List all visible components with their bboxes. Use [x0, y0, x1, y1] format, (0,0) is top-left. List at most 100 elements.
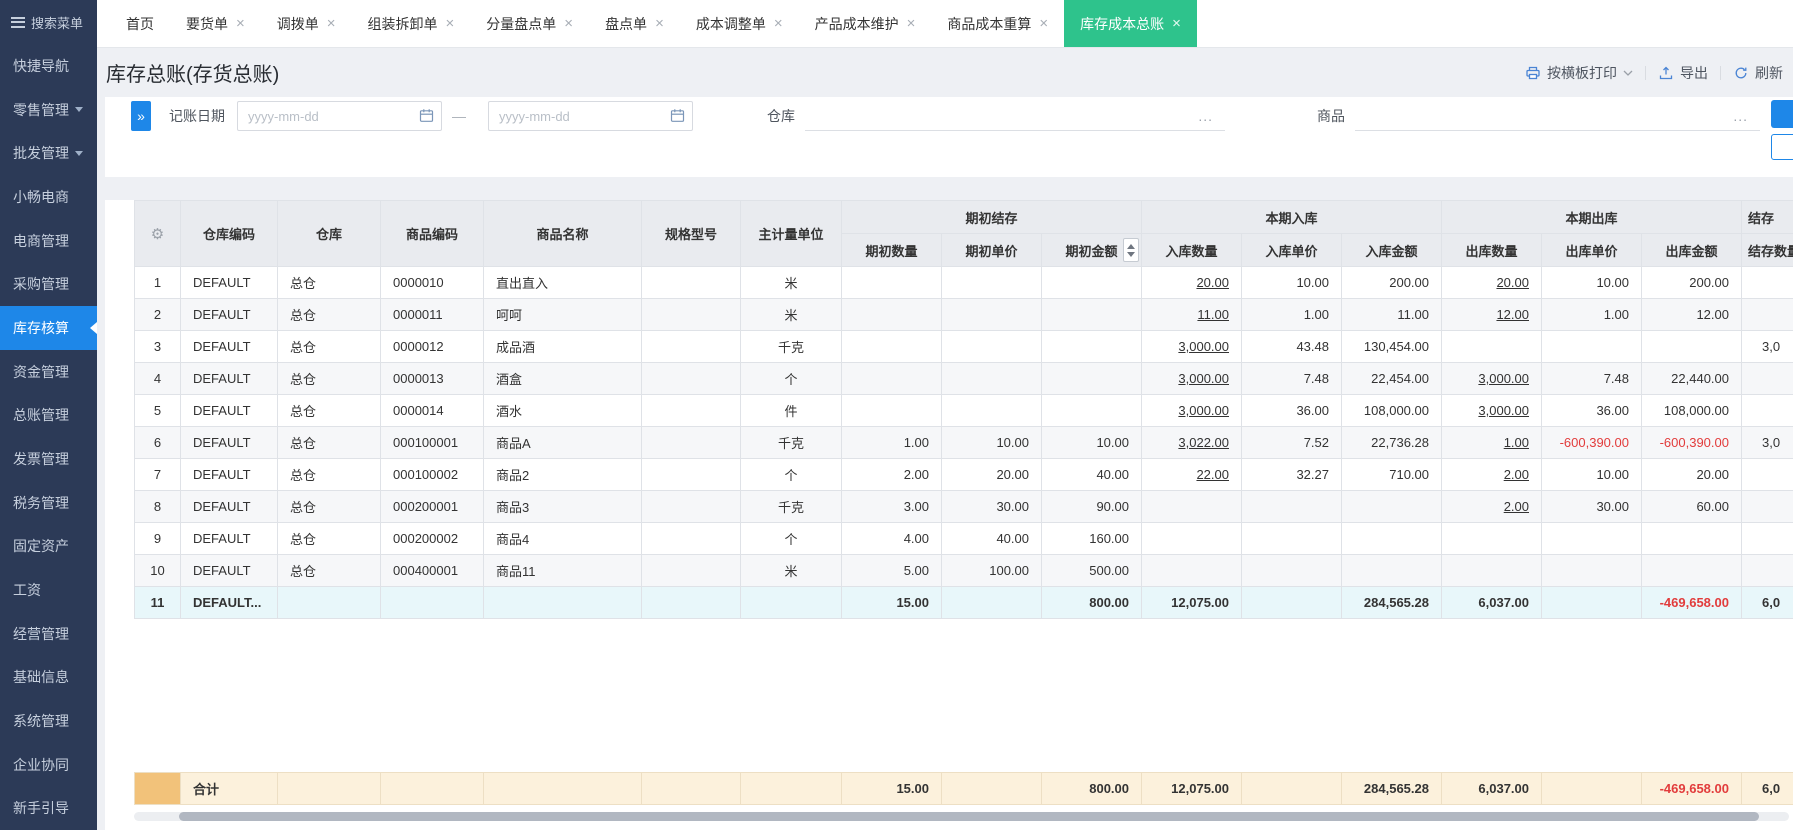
sidebar-menu-toggle[interactable]: 搜索菜单 — [0, 0, 97, 44]
horizontal-scrollbar[interactable] — [134, 812, 1789, 821]
sidebar-item[interactable]: 新手引导 — [0, 786, 97, 830]
date-to-input[interactable] — [488, 101, 693, 131]
column-header-wh[interactable]: 仓库 — [277, 200, 381, 267]
sidebar-item[interactable]: 总账管理 — [0, 393, 97, 437]
tab[interactable]: 分量盘点单 × — [470, 0, 589, 47]
in_qty-cell[interactable]: 3,022.00 — [1141, 426, 1242, 459]
refresh-button[interactable]: 刷新 — [1733, 63, 1783, 83]
out_qty-cell — [1441, 330, 1542, 363]
in_qty-cell[interactable]: 20.00 — [1141, 266, 1242, 299]
tab-label: 组装拆卸单 — [367, 15, 438, 32]
item_code-cell: 000100001 — [380, 426, 484, 459]
unit-cell: 千克 — [740, 490, 842, 523]
ellipsis-icon[interactable]: ... — [1198, 108, 1225, 124]
close-icon[interactable]: × — [907, 16, 916, 31]
sidebar-item[interactable]: 系统管理 — [0, 699, 97, 743]
tab[interactable]: 首页 — [110, 0, 170, 47]
column-header-item_code[interactable]: 商品编码 — [380, 200, 484, 267]
out_price-cell: -600,390.00 — [1541, 426, 1642, 459]
sidebar-item[interactable]: 固定资产 — [0, 524, 97, 568]
tab[interactable]: 商品成本重算 × — [931, 0, 1064, 47]
close-icon[interactable]: × — [774, 16, 783, 31]
ellipsis-icon[interactable]: ... — [1733, 108, 1760, 124]
out_qty-cell[interactable]: 2.00 — [1441, 458, 1542, 491]
in_qty-cell[interactable]: 3,000.00 — [1141, 330, 1242, 363]
out_qty-cell[interactable]: 20.00 — [1441, 266, 1542, 299]
close-icon[interactable]: × — [1172, 16, 1181, 31]
sidebar-item[interactable]: 电商管理 — [0, 219, 97, 263]
warehouse-picker[interactable]: ... — [805, 101, 1225, 131]
tab[interactable]: 成本调整单 × — [680, 0, 799, 47]
close-icon[interactable]: × — [236, 16, 245, 31]
tab[interactable]: 产品成本维护 × — [799, 0, 932, 47]
sidebar-item[interactable]: 工资 — [0, 568, 97, 612]
sidebar-item[interactable]: 基础信息 — [0, 655, 97, 699]
sidebar-item[interactable]: 批发管理 — [0, 131, 97, 175]
close-icon[interactable]: × — [564, 16, 573, 31]
column-header-wh_code[interactable]: 仓库编码 — [180, 200, 278, 267]
sidebar-item[interactable]: 资金管理 — [0, 350, 97, 394]
out_qty-cell[interactable]: 12.00 — [1441, 298, 1542, 331]
in_price-cell: 7.52 — [1241, 426, 1342, 459]
date-from-input[interactable] — [237, 101, 442, 131]
close-icon[interactable]: × — [327, 16, 336, 31]
column-header-in_price[interactable]: 入库单价 — [1241, 233, 1342, 267]
column-header-open_price[interactable]: 期初单价 — [941, 233, 1042, 267]
out_qty-cell[interactable]: 2.00 — [1441, 490, 1542, 523]
query-button[interactable] — [1771, 100, 1793, 128]
tab[interactable]: 调拨单 × — [261, 0, 352, 47]
sidebar-item[interactable]: 采购管理 — [0, 262, 97, 306]
out_qty-cell[interactable]: 3,000.00 — [1441, 362, 1542, 395]
open_price-cell: 10.00 — [941, 426, 1042, 459]
in_qty-cell[interactable]: 3,000.00 — [1141, 394, 1242, 427]
open_qty-cell: 2.00 — [841, 458, 942, 491]
sidebar-item[interactable]: 快捷导航 — [0, 44, 97, 88]
column-header-in_amt[interactable]: 入库金额 — [1341, 233, 1442, 267]
column-header-open_amt[interactable]: 期初金额 — [1041, 233, 1142, 267]
in_qty-cell[interactable]: 3,000.00 — [1141, 362, 1242, 395]
close-icon[interactable]: × — [1039, 16, 1048, 31]
sort-spinner[interactable] — [1123, 238, 1139, 262]
column-header-spec[interactable]: 规格型号 — [641, 200, 741, 267]
product-picker[interactable]: ... — [1355, 101, 1760, 131]
out_qty-cell[interactable]: 1.00 — [1441, 426, 1542, 459]
scrollbar-thumb[interactable] — [179, 812, 1759, 821]
export-label: 导出 — [1680, 64, 1708, 81]
sidebar-item-label: 零售管理 — [13, 101, 69, 118]
tab[interactable]: 库存成本总账 × — [1064, 0, 1197, 47]
column-header-bal_qty[interactable]: 结存数量 — [1741, 233, 1793, 267]
tab[interactable]: 组装拆卸单 × — [352, 0, 471, 47]
out_qty-cell[interactable]: 3,000.00 — [1441, 394, 1542, 427]
column-header-item_name[interactable]: 商品名称 — [483, 200, 642, 267]
column-header-unit[interactable]: 主计量单位 — [740, 200, 842, 267]
sidebar-item[interactable]: 税务管理 — [0, 481, 97, 525]
export-button[interactable]: 导出 — [1658, 63, 1708, 83]
sidebar-item[interactable]: 经营管理 — [0, 612, 97, 656]
in_qty-cell[interactable]: 11.00 — [1141, 298, 1242, 331]
tab[interactable]: 盘点单 × — [589, 0, 680, 47]
print-button[interactable]: 按横板打印 — [1525, 63, 1633, 83]
expand-filters-button[interactable]: » — [131, 101, 151, 131]
out_amt-cell: -469,658.00 — [1641, 586, 1742, 619]
sidebar-item[interactable]: 小畅电商 — [0, 175, 97, 219]
secondary-button[interactable] — [1771, 134, 1793, 160]
column-header-open_qty[interactable]: 期初数量 — [841, 233, 942, 267]
sidebar-item[interactable]: 零售管理 — [0, 88, 97, 132]
close-icon[interactable]: × — [655, 16, 664, 31]
column-header-out_qty[interactable]: 出库数量 — [1441, 233, 1542, 267]
gear-icon[interactable]: ⚙ — [151, 225, 164, 243]
column-header-in_qty[interactable]: 入库数量 — [1141, 233, 1242, 267]
column-header-out_amt[interactable]: 出库金额 — [1641, 233, 1742, 267]
column-header-out_price[interactable]: 出库单价 — [1541, 233, 1642, 267]
sidebar-item[interactable]: 库存核算 — [0, 306, 97, 350]
out_price-cell — [1541, 586, 1642, 619]
tab[interactable]: 要货单 × — [170, 0, 261, 47]
sidebar-item[interactable]: 发票管理 — [0, 437, 97, 481]
column-header-num[interactable]: ⚙ — [134, 200, 181, 267]
wh-cell: 总仓 — [277, 298, 381, 331]
in_qty-cell[interactable]: 22.00 — [1141, 458, 1242, 491]
close-icon[interactable]: × — [446, 16, 455, 31]
sidebar-item-label: 固定资产 — [13, 538, 69, 555]
bal_qty-cell — [1741, 394, 1793, 427]
sidebar-item[interactable]: 企业协同 — [0, 743, 97, 787]
